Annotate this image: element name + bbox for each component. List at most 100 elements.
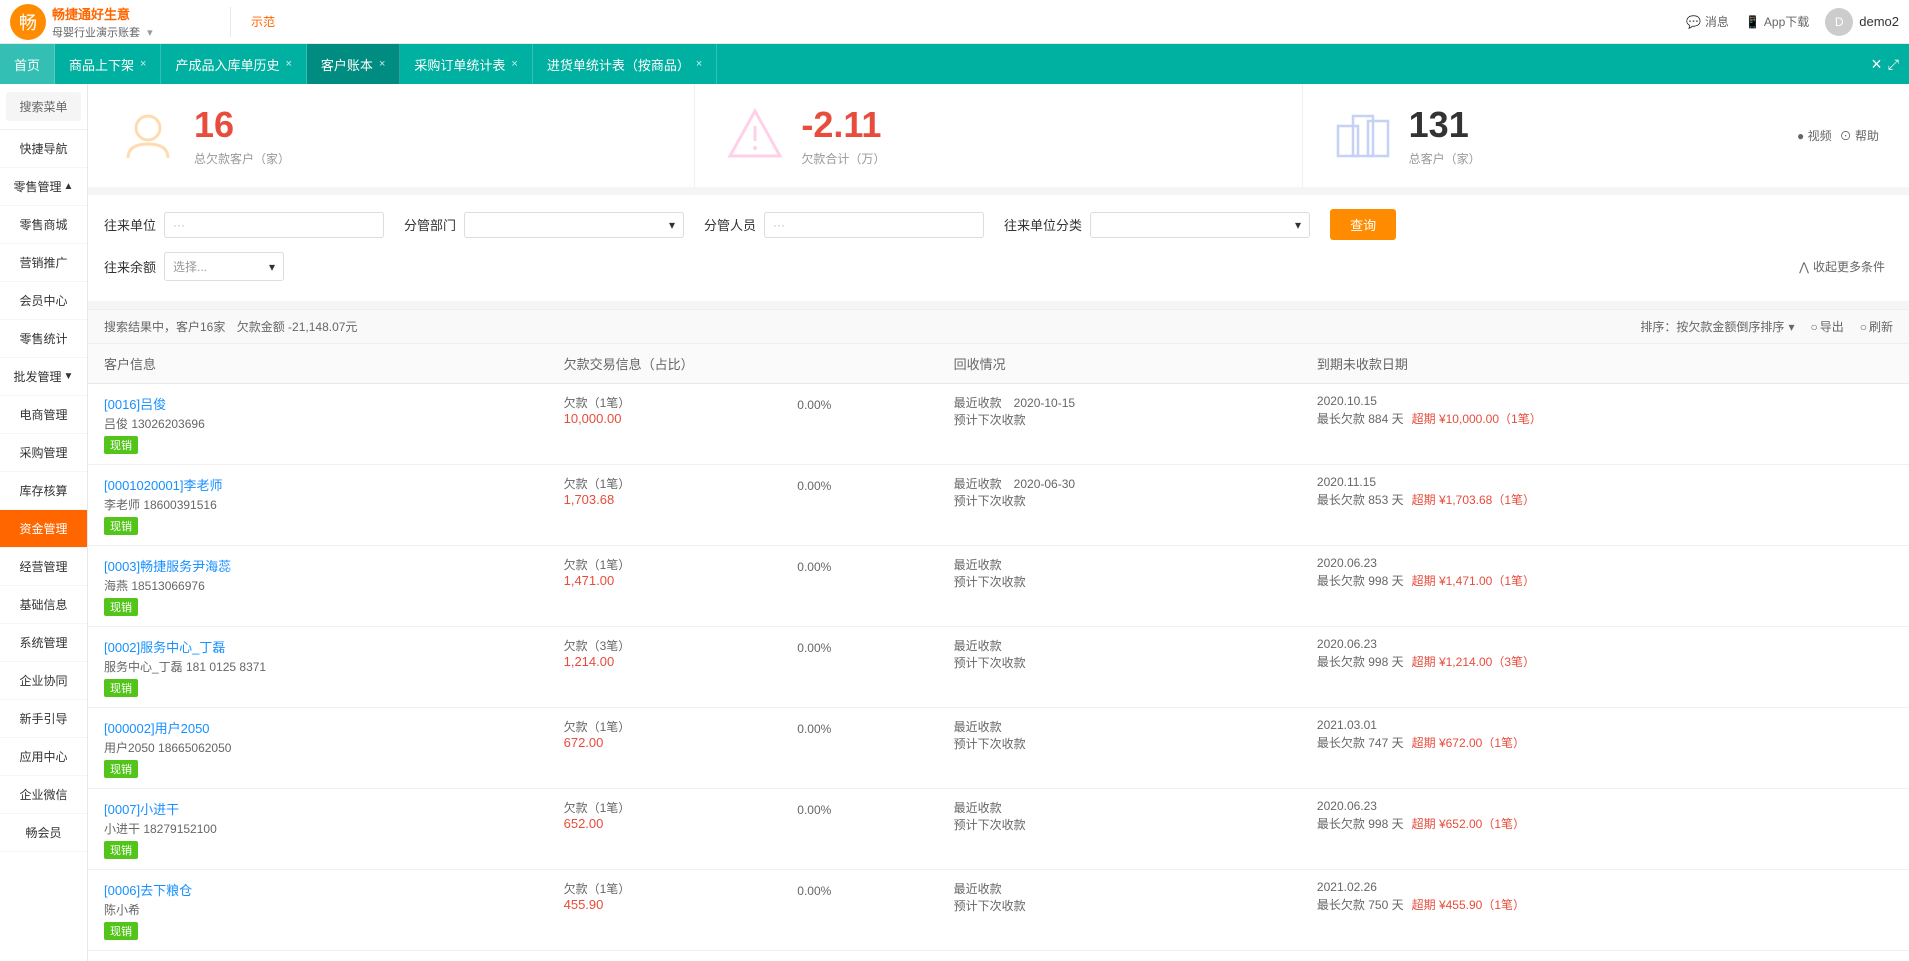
overdue-amount[interactable]: 超期 ¥672.00（1笔）: [1412, 734, 1525, 751]
recovery-cell: 最近收款 预计下次收款: [938, 951, 1301, 961]
query-button[interactable]: 查询: [1330, 209, 1396, 240]
overdue-days: 最长欠款 884 天: [1317, 410, 1404, 427]
arrow-down-icon-batch: ▼: [64, 371, 74, 382]
debt-percent: 0.00%: [797, 803, 921, 817]
sidebar-item-inventory[interactable]: 库存核算: [0, 472, 87, 510]
overdue-amount[interactable]: 超期 ¥1,471.00（1笔）: [1412, 572, 1535, 589]
recovery-cell: 最近收款 预计下次收款: [938, 789, 1301, 870]
overdue-days: 最长欠款 998 天: [1317, 572, 1404, 589]
app-download-btn[interactable]: 📱 App下载: [1745, 13, 1809, 30]
overdue-amount[interactable]: 超期 ¥652.00（1笔）: [1412, 815, 1525, 832]
last-payment-date: 2020-06-30: [1014, 477, 1075, 491]
store-selector[interactable]: 母婴行业演示账套: [52, 27, 140, 39]
tab-purchase-stats[interactable]: 采购订单统计表 ×: [400, 44, 532, 84]
close-inbound-stats-tab[interactable]: ×: [696, 58, 702, 70]
customer-contact: 服务中心_丁磊 181 0125 8371: [104, 658, 532, 675]
sidebar-item-retail-mgmt[interactable]: 零售管理 ▲: [0, 168, 87, 206]
close-customer-account-tab[interactable]: ×: [379, 58, 385, 70]
customer-name-link[interactable]: [0001020001]李老师: [104, 475, 532, 494]
dept-select[interactable]: ▾: [464, 212, 684, 238]
tab-production[interactable]: 产成品入库单历史 ×: [161, 44, 306, 84]
tab-products[interactable]: 商品上下架 ×: [55, 44, 161, 84]
search-menu-btn[interactable]: 搜索菜单: [6, 92, 81, 121]
sidebar-item-finance[interactable]: 资金管理: [0, 510, 87, 548]
last-payment-label: 最近收款: [954, 718, 1002, 735]
debt-amount[interactable]: 10,000.00: [564, 411, 766, 426]
tab-customer-account[interactable]: 客户账本 ×: [307, 44, 400, 84]
customer-name-link[interactable]: [0007]小进干: [104, 799, 532, 818]
customer-name-link[interactable]: [000002]用户2050: [104, 718, 532, 737]
customer-name-link[interactable]: [0002]服务中心_丁磊: [104, 637, 532, 656]
sidebar-item-enterprise-wechat[interactable]: 企业微信: [0, 776, 87, 814]
user-area[interactable]: D demo2: [1825, 8, 1899, 36]
debt-amount[interactable]: 672.00: [564, 735, 766, 750]
close-purchase-stats-tab[interactable]: ×: [511, 58, 517, 70]
last-payment-label: 最近收款: [954, 556, 1002, 573]
sidebar-item-batch-mgmt[interactable]: 批发管理 ▼: [0, 358, 87, 396]
export-btn[interactable]: ○ 导出: [1810, 318, 1843, 335]
overdue-amount[interactable]: 超期 ¥455.90（1笔）: [1412, 896, 1525, 913]
sidebar-item-ecommerce[interactable]: 电商管理: [0, 396, 87, 434]
person-input[interactable]: ···: [764, 212, 984, 238]
sidebar-item-member-club[interactable]: 畅会员: [0, 814, 87, 852]
stat-number-customers: 16: [194, 104, 290, 146]
customer-name-link[interactable]: [0016]吕俊: [104, 394, 532, 413]
debt-amount[interactable]: 652.00: [564, 816, 766, 831]
unit-category-dropdown-icon: ▾: [1295, 218, 1301, 232]
balance-select[interactable]: 选择... ▾: [164, 252, 284, 281]
sidebar-item-retail-stats[interactable]: 零售统计: [0, 320, 87, 358]
overdue-amount[interactable]: 超期 ¥1,214.00（3笔）: [1412, 653, 1535, 670]
overdue-days: 最长欠款 750 天: [1317, 896, 1404, 913]
due-date-cell: 2021.03.01 最长欠款 747 天 超期 ¥672.00（1笔）: [1301, 708, 1909, 789]
tab-home[interactable]: 首页: [0, 44, 55, 84]
sidebar-item-new-guide[interactable]: 新手引导: [0, 700, 87, 738]
debt-percent-cell: 0.00%: [781, 708, 937, 789]
tab-inbound-stats[interactable]: 进货单统计表（按商品） ×: [533, 44, 717, 84]
sidebar-item-quick-nav[interactable]: 快捷导航: [0, 130, 87, 168]
customer-name-link[interactable]: [0006]去下粮仓: [104, 880, 532, 899]
sidebar-item-basic-info[interactable]: 基础信息: [0, 586, 87, 624]
overdue-amount[interactable]: 超期 ¥1,703.68（1笔）: [1412, 491, 1535, 508]
restore-tab-icon[interactable]: ⤢: [1888, 56, 1899, 73]
close-products-tab[interactable]: ×: [140, 58, 146, 70]
overdue-days: 最长欠款 998 天: [1317, 653, 1404, 670]
sidebar-item-operations[interactable]: 经营管理: [0, 548, 87, 586]
debt-count: 欠款（3笔）: [564, 637, 766, 654]
collapse-btn[interactable]: ⋀ 收起更多条件: [1791, 254, 1893, 279]
debt-amount[interactable]: 455.90: [564, 897, 766, 912]
debt-info-cell: 欠款（1笔） 455.90: [548, 870, 782, 951]
table-row: [0003]畅捷服务尹海蕊 海燕 18513066976 现销 欠款（1笔） 1…: [88, 546, 1909, 627]
view-video-btn[interactable]: ● 视频: [1797, 127, 1832, 144]
due-date-cell: 2021.02.26 最长欠款 750 天 超期 ¥455.90（1笔）: [1301, 870, 1909, 951]
close-all-tabs-icon[interactable]: ×: [1871, 54, 1882, 75]
sidebar-item-member-center[interactable]: 会员中心: [0, 282, 87, 320]
sidebar-item-purchase-mgmt[interactable]: 采购管理: [0, 434, 87, 472]
refresh-btn[interactable]: ○ 刷新: [1860, 318, 1893, 335]
sidebar-item-retail-store[interactable]: 零售商城: [0, 206, 87, 244]
close-production-tab[interactable]: ×: [285, 58, 291, 70]
sort-control[interactable]: 排序：按欠款金额倒序排序 ▾: [1640, 318, 1794, 335]
sidebar-item-marketing[interactable]: 营销推广: [0, 244, 87, 282]
person-label: 分管人员: [704, 215, 756, 234]
debt-amount[interactable]: 1,214.00: [564, 654, 766, 669]
sidebar-item-system[interactable]: 系统管理: [0, 624, 87, 662]
source-unit-input[interactable]: ···: [164, 212, 384, 238]
last-payment-label: 最近收款: [954, 637, 1002, 654]
breadcrumb[interactable]: 示范: [251, 13, 275, 30]
debt-amount[interactable]: 1,471.00: [564, 573, 766, 588]
debt-amount[interactable]: 1,703.68: [564, 492, 766, 507]
sidebar-item-enterprise-collab[interactable]: 企业协同: [0, 662, 87, 700]
message-btn[interactable]: 💬 消息: [1686, 13, 1729, 30]
overdue-amount[interactable]: 超期 ¥10,000.00（1笔）: [1412, 410, 1542, 427]
unit-category-select[interactable]: ▾: [1090, 212, 1310, 238]
customer-name-link[interactable]: [0003]畅捷服务尹海蕊: [104, 556, 532, 575]
due-date: 2020.06.23: [1317, 556, 1893, 570]
sidebar: 搜索菜单 快捷导航 零售管理 ▲ 零售商城 营销推广 会员中心 零售统计 批发管…: [0, 84, 88, 961]
stat-info-customers: 16 总欠款客户（家）: [194, 104, 290, 167]
sidebar-item-app-center[interactable]: 应用中心: [0, 738, 87, 776]
help-btn[interactable]: ⊙ 帮助: [1840, 127, 1879, 144]
customer-info-cell: [0007]小进干 小进干 18279152100 现销: [88, 789, 548, 870]
last-payment-label: 最近收款: [954, 394, 1002, 411]
filter-row-1: 往来单位 ··· 分管部门 ▾ 分管人员: [104, 209, 1893, 240]
debt-info-cell: 欠款（1笔） 10,000.00: [548, 384, 782, 465]
